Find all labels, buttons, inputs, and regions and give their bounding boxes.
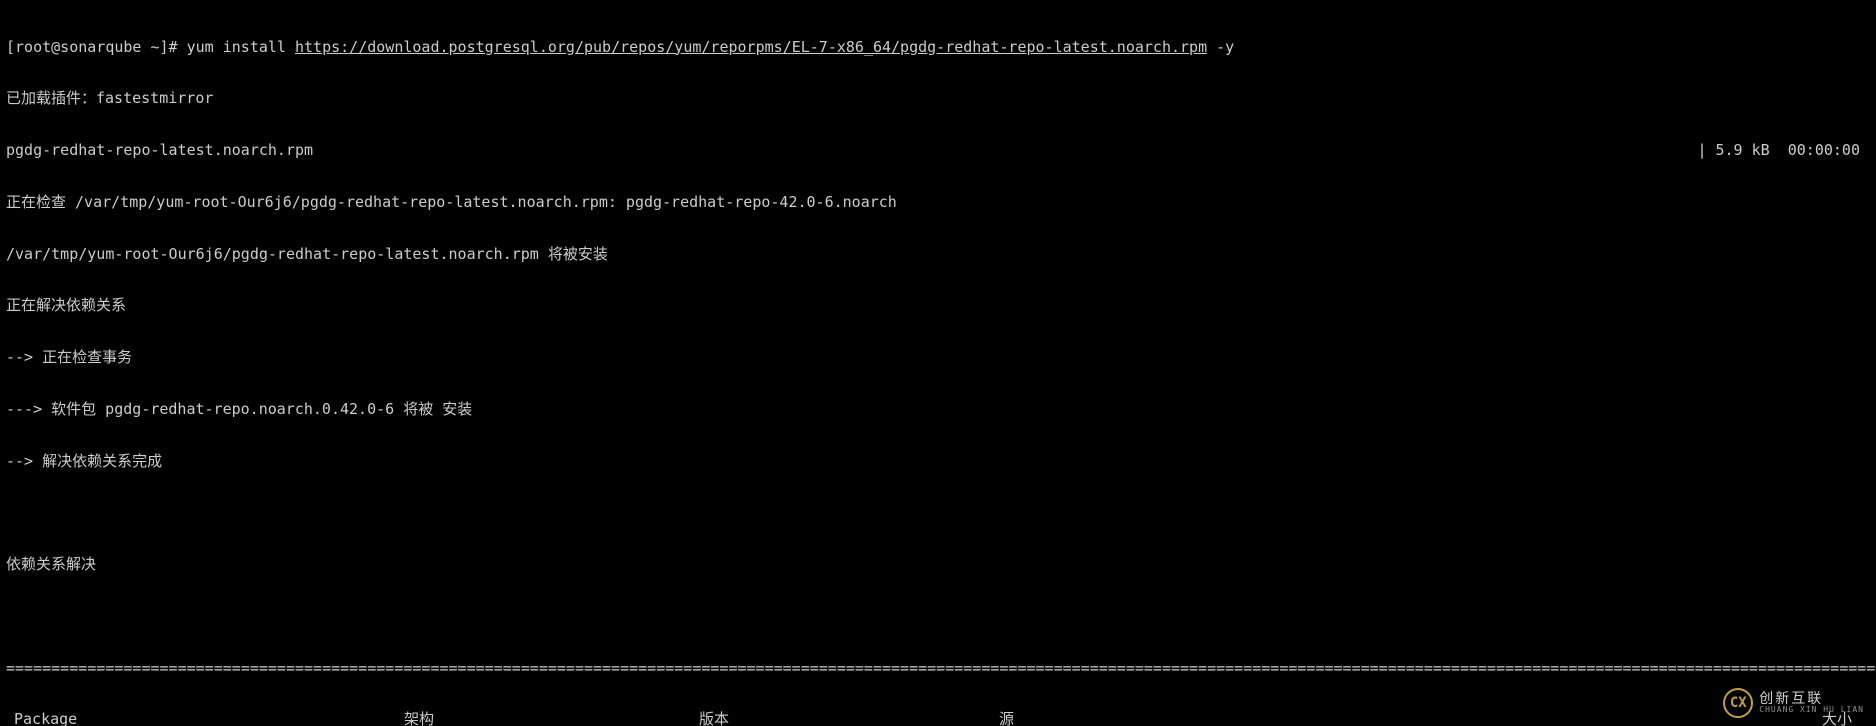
col-arch: 架构 <box>404 711 699 726</box>
dep-done-line: --> 解决依赖关系完成 <box>6 453 1870 470</box>
watermark-logo-icon: CX <box>1723 688 1753 718</box>
cmd-head: yum install <box>187 38 295 56</box>
pkg-marked-line: ---> 软件包 pgdg-redhat-repo.noarch.0.42.0-… <box>6 401 1870 418</box>
terminal-window[interactable]: [root@sonarqube ~]# yum install https://… <box>0 0 1876 726</box>
rpm-download-status: | 5.9 kB 00:00:00 <box>1697 142 1870 159</box>
col-repo: 源 <box>999 711 1499 726</box>
watermark-cn: 创新互联 <box>1759 692 1864 706</box>
rpm-download-line: pgdg-redhat-repo-latest.noarch.rpm | 5.9 … <box>6 142 1870 159</box>
will-install-line: /var/tmp/yum-root-Our6j6/pgdg-redhat-rep… <box>6 246 1870 263</box>
watermark-py: CHUANG XIN HU LIAN <box>1759 706 1864 714</box>
shell-prompt: [root@sonarqube ~]# <box>6 38 187 56</box>
col-version: 版本 <box>699 711 999 726</box>
col-package: Package <box>6 711 404 726</box>
blank-line <box>6 608 1870 625</box>
command-line: [root@sonarqube ~]# yum install https://… <box>6 39 1870 56</box>
watermark-text: 创新互联 CHUANG XIN HU LIAN <box>1759 692 1864 714</box>
table-header-row: Package架构版本源大小 <box>6 711 1870 726</box>
divider-double: ========================================… <box>6 660 1870 677</box>
cmd-tail: -y <box>1207 38 1234 56</box>
rpm-url: https://download.postgresql.org/pub/repo… <box>295 38 1207 56</box>
check-trans-line: --> 正在检查事务 <box>6 349 1870 366</box>
dep-resolved-line: 依赖关系解决 <box>6 556 1870 573</box>
checking-line: 正在检查 /var/tmp/yum-root-Our6j6/pgdg-redha… <box>6 194 1870 211</box>
watermark: CX 创新互联 CHUANG XIN HU LIAN <box>1723 688 1864 718</box>
resolving-line: 正在解决依赖关系 <box>6 297 1870 314</box>
rpm-name: pgdg-redhat-repo-latest.noarch.rpm <box>6 142 313 159</box>
plugins-line: 已加载插件：fastestmirror <box>6 90 1870 107</box>
blank-line <box>6 504 1870 521</box>
